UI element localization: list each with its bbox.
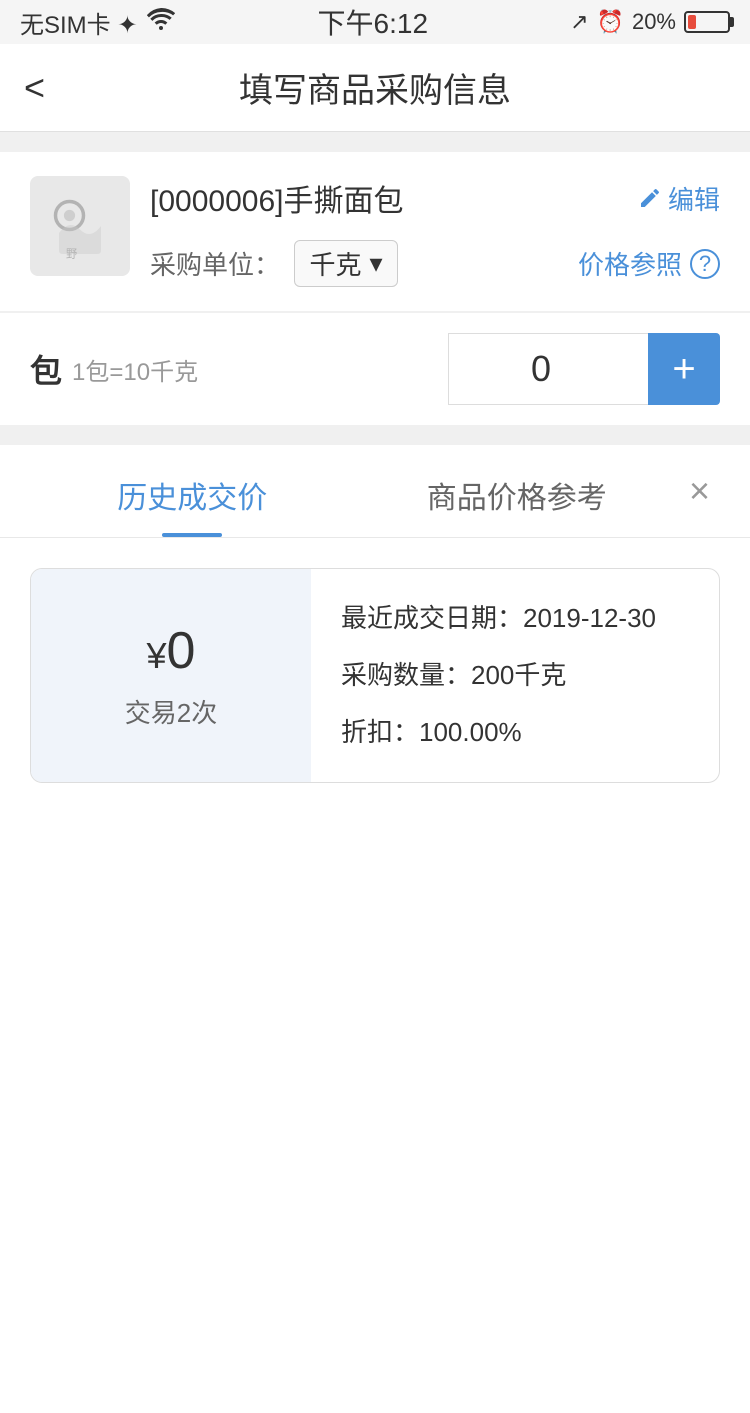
wifi-icon [147,8,175,37]
quantity-label: 采购数量： [341,660,471,690]
quantity-row: 包 1包=10千克 + [0,313,750,425]
alarm-icon: ⏰ [597,9,624,35]
empty-area [0,813,750,1413]
quantity-plus-button[interactable]: + [648,333,720,405]
history-price-value: ¥0 [147,621,196,681]
chevron-down-icon: ▾ [369,248,382,279]
carrier-text: 无SIM卡 ✦ [20,5,137,40]
unit-prefix: 采购单位： [150,250,280,280]
unit-value: 千克 [309,245,361,282]
tab-product-price-reference[interactable]: 商品价格参考 [354,445,678,537]
status-right: ↗ ⏰ 20% [570,9,730,35]
page-title: 填写商品采购信息 [239,63,511,112]
product-image: 野 [30,176,130,276]
tab-close-button[interactable]: × [679,470,720,512]
price-ref-label: 价格参照 [578,245,682,282]
discount-label: 折扣： [341,717,419,747]
edit-button[interactable]: 编辑 [638,180,720,217]
svg-text:野: 野 [66,248,77,261]
product-name: [0000006]手撕面包 [150,176,403,220]
product-header: [0000006]手撕面包 编辑 [150,176,720,220]
tabs-container: 历史成交价 商品价格参考 × ¥0 交易2次 最近成交日期：2019-12-30… [0,445,750,1413]
history-detail-section: 最近成交日期：2019-12-30 采购数量：200千克 折扣：100.00% [311,569,719,782]
status-time: 下午6:12 [318,2,429,42]
info-icon: ? [690,249,720,279]
nav-bar: < 填写商品采购信息 [0,44,750,132]
trade-count: 交易2次 [125,693,217,730]
unit-dropdown[interactable]: 千克 ▾ [294,240,397,287]
price-reference-button[interactable]: 价格参照 ? [578,245,720,282]
history-price-section: ¥0 交易2次 [31,569,311,782]
tabs-header: 历史成交价 商品价格参考 × [0,445,750,538]
product-card: 野 [0000006]手撕面包 编辑 采购单位： 千克 ▾ 价格参照 ? [0,152,750,311]
product-id: [0000006] [150,185,283,218]
status-left: 无SIM卡 ✦ [20,5,175,40]
history-card: ¥0 交易2次 最近成交日期：2019-12-30 采购数量：200千克 折扣：… [30,568,720,783]
product-info: [0000006]手撕面包 编辑 采购单位： 千克 ▾ 价格参照 ? [150,176,720,287]
history-discount-row: 折扣：100.00% [341,713,689,752]
tab-history-price[interactable]: 历史成交价 [30,445,354,537]
history-content: ¥0 交易2次 最近成交日期：2019-12-30 采购数量：200千克 折扣：… [0,538,750,813]
yen-symbol: ¥ [147,635,167,676]
location-icon: ↗ [570,9,588,35]
battery-percent: 20% [632,9,676,35]
quantity-value: 200千克 [471,660,566,690]
quantity-input[interactable] [448,333,648,405]
quantity-input-group: + [448,333,720,405]
quantity-unit-info: 包 1包=10千克 [30,346,198,392]
battery-icon [684,11,730,33]
discount-value: 100.00% [419,717,522,747]
price-number: 0 [167,622,196,680]
back-button[interactable]: < [24,67,45,109]
edit-label: 编辑 [668,180,720,217]
history-quantity-row: 采购数量：200千克 [341,656,689,695]
product-unit-row: 采购单位： 千克 ▾ 价格参照 ? [150,240,720,287]
date-label: 最近成交日期： [341,603,523,633]
unit-conversion-text: 1包=10千克 [72,352,198,387]
status-bar: 无SIM卡 ✦ 下午6:12 ↗ ⏰ 20% [0,0,750,44]
date-value: 2019-12-30 [523,603,656,633]
product-title: 手撕面包 [283,185,403,218]
package-icon: 包 [30,346,62,392]
unit-selector: 采购单位： 千克 ▾ [150,240,398,287]
history-date-row: 最近成交日期：2019-12-30 [341,599,689,638]
